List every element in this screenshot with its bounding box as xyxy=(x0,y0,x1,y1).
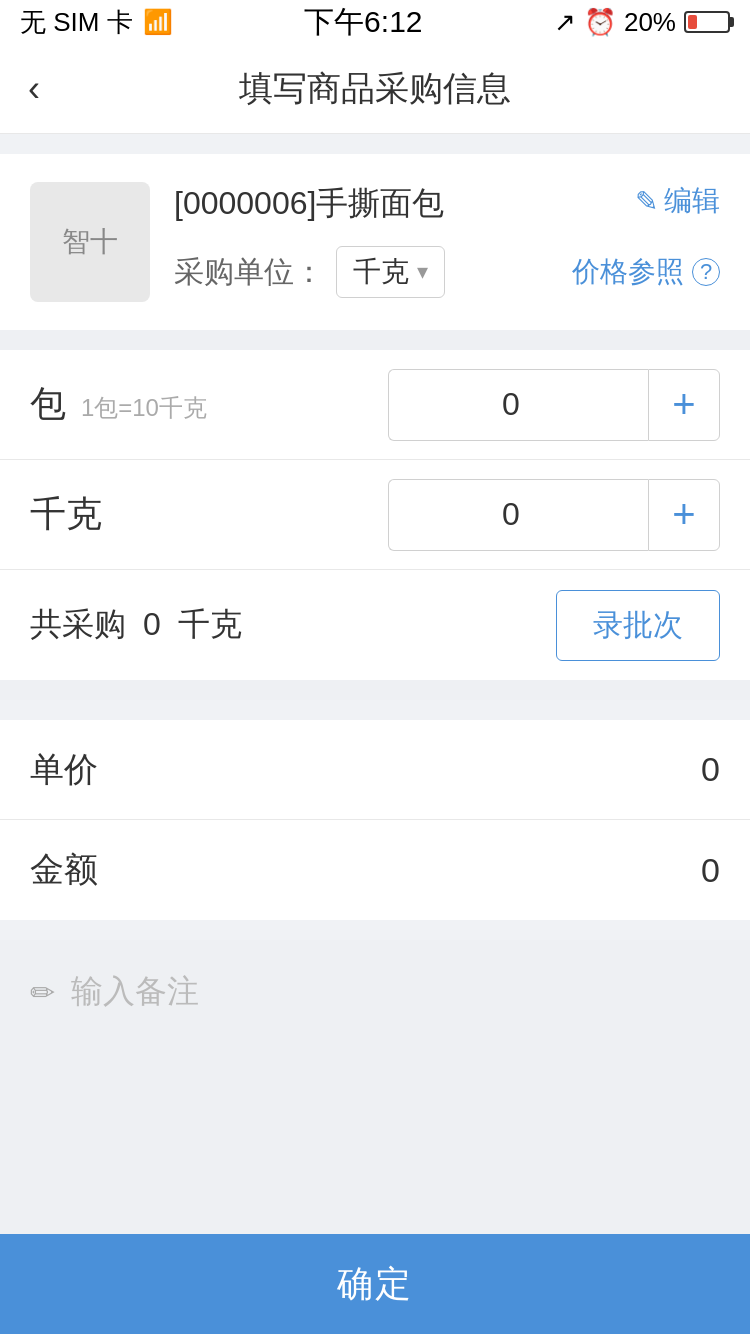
input-section: 包 1包=10千克 + 千克 + 共采购 0 千克 录批次 xyxy=(0,350,750,680)
product-logo-text: 智十 xyxy=(62,223,118,261)
summary-amount: 0 xyxy=(143,606,161,642)
notes-placeholder: 输入备注 xyxy=(71,970,199,1014)
summary-row: 共采购 0 千克 录批次 xyxy=(0,570,750,680)
edit-icon: ✎ xyxy=(635,185,658,218)
location-icon: ↗ xyxy=(554,7,576,38)
alarm-icon: ⏰ xyxy=(584,7,616,38)
summary-unit: 千克 xyxy=(178,606,242,642)
unit-row: 采购单位： 千克 ▾ 价格参照 ? xyxy=(174,246,720,298)
sim-status: 无 SIM 卡 xyxy=(20,5,133,40)
product-info: [0000006]手撕面包 ✎ 编辑 采购单位： 千克 ▾ 价格参照 ? xyxy=(174,182,720,298)
battery-indicator xyxy=(684,11,730,33)
status-left: 无 SIM 卡 📶 xyxy=(20,5,173,40)
bag-input[interactable] xyxy=(388,369,648,441)
price-section: 单价 0 金额 0 xyxy=(0,720,750,920)
price-ref-icon: ? xyxy=(692,258,720,286)
confirm-button[interactable]: 确定 xyxy=(0,1234,750,1334)
status-right: ↗ ⏰ 20% xyxy=(554,7,730,38)
unit-value: 千克 xyxy=(353,253,409,291)
pencil-icon: ✏ xyxy=(30,975,55,1010)
kg-input[interactable] xyxy=(388,479,648,551)
product-card: 智十 [0000006]手撕面包 ✎ 编辑 采购单位： 千克 ▾ 价格参照 ? xyxy=(0,154,750,330)
back-button[interactable]: ‹ xyxy=(28,68,40,110)
kg-field-group: + xyxy=(210,479,720,551)
bag-plus-button[interactable]: + xyxy=(648,369,720,441)
unit-price-label: 单价 xyxy=(30,747,98,793)
page-title: 填写商品采购信息 xyxy=(239,66,511,112)
summary-text: 共采购 0 千克 xyxy=(30,603,242,647)
bag-label-group: 包 1包=10千克 xyxy=(30,380,210,429)
amount-label: 金额 xyxy=(30,847,98,893)
edit-label: 编辑 xyxy=(664,182,720,220)
price-ref-label: 价格参照 xyxy=(572,253,684,291)
product-name: [0000006]手撕面包 xyxy=(174,182,444,226)
separator-1 xyxy=(0,330,750,350)
product-image: 智十 xyxy=(30,182,150,302)
price-reference-button[interactable]: 价格参照 ? xyxy=(572,253,720,291)
nav-bar: ‹ 填写商品采购信息 xyxy=(0,44,750,134)
kg-label-group: 千克 xyxy=(30,490,210,539)
unit-price-row: 单价 0 xyxy=(0,720,750,820)
bag-sub-label: 1包=10千克 xyxy=(81,394,207,421)
edit-button[interactable]: ✎ 编辑 xyxy=(635,182,720,220)
separator-2 xyxy=(0,680,750,700)
unit-label: 采购单位： xyxy=(174,252,324,293)
kg-input-row: 千克 + xyxy=(0,460,750,570)
status-bar: 无 SIM 卡 📶 下午6:12 ↗ ⏰ 20% xyxy=(0,0,750,44)
summary-prefix: 共采购 xyxy=(30,606,126,642)
product-top-row: [0000006]手撕面包 ✎ 编辑 xyxy=(174,182,720,226)
bag-input-row: 包 1包=10千克 + xyxy=(0,350,750,460)
unit-price-value: 0 xyxy=(701,750,720,789)
battery-percent: 20% xyxy=(624,7,676,38)
unit-dropdown-arrow: ▾ xyxy=(417,259,428,285)
status-time: 下午6:12 xyxy=(304,2,422,43)
amount-row: 金额 0 xyxy=(0,820,750,920)
bag-field-group: + xyxy=(210,369,720,441)
amount-value: 0 xyxy=(701,851,720,890)
batch-button[interactable]: 录批次 xyxy=(556,590,720,661)
bag-label: 包 xyxy=(30,383,66,424)
kg-plus-button[interactable]: + xyxy=(648,479,720,551)
wifi-icon: 📶 xyxy=(143,8,173,36)
unit-select[interactable]: 千克 ▾ xyxy=(336,246,445,298)
kg-label: 千克 xyxy=(30,493,102,534)
notes-section[interactable]: ✏ 输入备注 xyxy=(0,940,750,1044)
